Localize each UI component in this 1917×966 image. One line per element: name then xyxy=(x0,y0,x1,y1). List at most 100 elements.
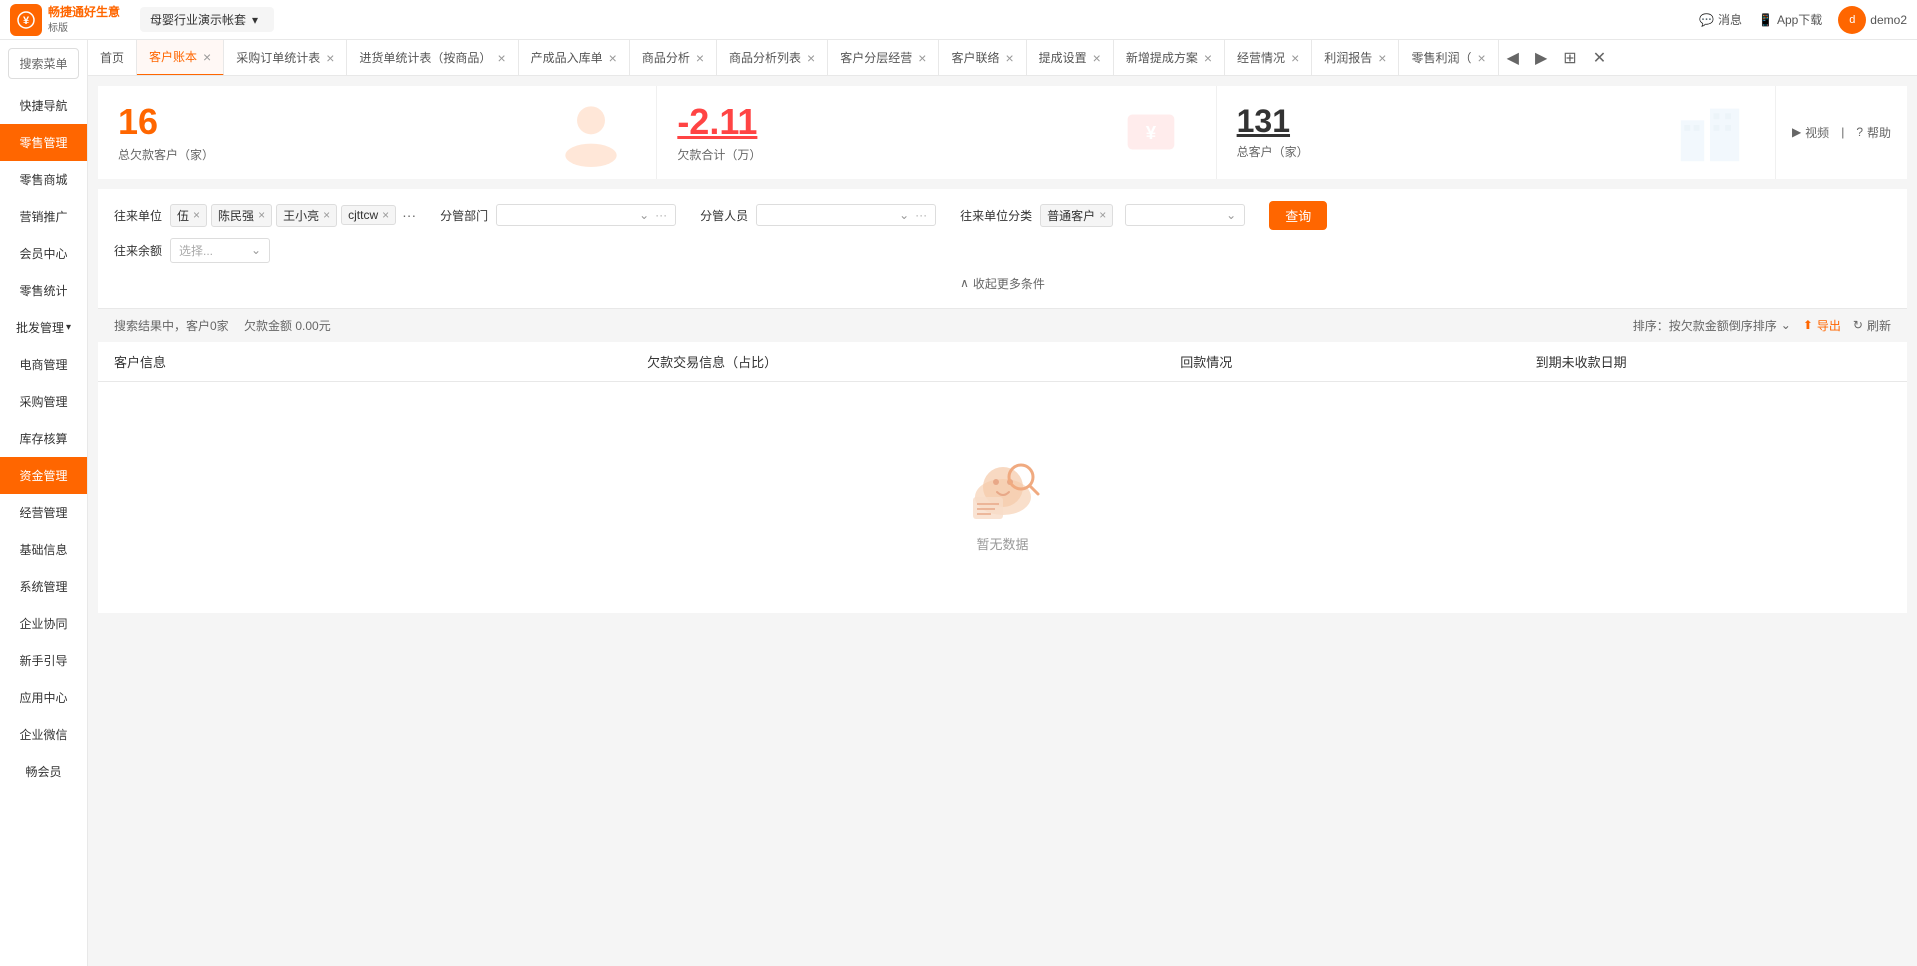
sidebar-item-purchase-mgmt[interactable]: 采购管理 xyxy=(0,383,87,420)
help-btn[interactable]: ? 帮助 xyxy=(1856,124,1891,141)
help-icon: ? xyxy=(1856,125,1863,139)
tab-next-btn[interactable]: ▶ xyxy=(1527,40,1555,76)
balance-select[interactable]: 选择... ⌄ xyxy=(170,238,270,263)
sidebar-item-finance-mgmt[interactable]: 资金管理 xyxy=(0,457,87,494)
stat-number-total: 131 xyxy=(1237,104,1309,139)
sidebar-item-system-mgmt[interactable]: 系统管理 xyxy=(0,568,87,605)
close-tag-cjttcw[interactable]: × xyxy=(382,208,389,222)
results-bar-right: 排序：按欠款金额倒序排序 ⌄ ⬆ 导出 ↻ 刷新 xyxy=(1633,317,1891,334)
content-area: 首页 客户账本 × 采购订单统计表 × 进货单统计表（按商品） × 产成品入库单… xyxy=(88,40,1917,966)
message-action[interactable]: 💬 消息 xyxy=(1699,11,1742,28)
sidebar-item-ecommerce-mgmt[interactable]: 电商管理 xyxy=(0,346,87,383)
stat-content-customers: 16 总欠款客户（家） xyxy=(118,102,214,163)
logo-text: 畅捷通好生意 标版 xyxy=(48,5,120,34)
export-button[interactable]: ⬆ 导出 xyxy=(1803,317,1841,334)
tab-close-purchase-order[interactable]: × xyxy=(326,51,334,65)
sidebar-item-basic-info[interactable]: 基础信息 xyxy=(0,531,87,568)
sidebar-item-member-center[interactable]: 会员中心 xyxy=(0,235,87,272)
sidebar-item-enterprise-wechat[interactable]: 企业微信 xyxy=(0,716,87,753)
app-download-action[interactable]: 📱 App下载 xyxy=(1758,11,1822,28)
org-dropdown-icon: ▾ xyxy=(252,13,258,27)
sidebar-item-wholesale-mgmt[interactable]: 批发管理 ▾ xyxy=(0,309,87,346)
export-icon: ⬆ xyxy=(1803,318,1813,332)
tab-close-new-promotion[interactable]: × xyxy=(1204,51,1212,65)
tab-close-product-stock-in[interactable]: × xyxy=(609,51,617,65)
stat-number-debt[interactable]: -2.11 xyxy=(677,102,761,142)
person-select-arrow: ⌄ xyxy=(899,208,909,222)
tab-close-all-btn[interactable]: ✕ xyxy=(1585,40,1614,76)
query-button[interactable]: 查询 xyxy=(1269,201,1327,230)
category-arrow: ⌄ xyxy=(1226,208,1236,222)
collapse-button[interactable]: ∧ 收起更多条件 xyxy=(114,271,1891,296)
tab-close-customer-account[interactable]: × xyxy=(203,50,211,64)
user-profile[interactable]: d demo2 xyxy=(1838,6,1907,34)
tab-goods-analysis[interactable]: 商品分析 × xyxy=(630,40,717,76)
results-info: 搜索结果中，客户0家 欠款金额 0.00元 xyxy=(114,317,331,334)
tab-close-promotion-settings[interactable]: × xyxy=(1093,51,1101,65)
logo-title: 畅捷通好生意 xyxy=(48,5,120,19)
tab-stock-stats[interactable]: 进货单统计表（按商品） × xyxy=(347,40,518,76)
tab-menu-btn[interactable]: ⊞ xyxy=(1555,40,1584,76)
sidebar-item-enterprise-coop[interactable]: 企业协同 xyxy=(0,605,87,642)
search-menu-button[interactable]: 搜索菜单 xyxy=(8,48,79,79)
tab-close-goods-analysis[interactable]: × xyxy=(696,51,704,65)
col-debt-info: 欠款交易信息（占比） xyxy=(647,352,1180,371)
stat-card-total: 131 总客户（家） xyxy=(1217,86,1776,179)
tab-business-status[interactable]: 经营情况 × xyxy=(1225,40,1312,76)
tab-goods-analysis-list[interactable]: 商品分析列表 × xyxy=(717,40,828,76)
close-tag-chen[interactable]: × xyxy=(258,208,265,222)
tab-close-business-status[interactable]: × xyxy=(1291,51,1299,65)
sidebar-item-member[interactable]: 畅会员 xyxy=(0,753,87,790)
tab-product-stock-in[interactable]: 产成品入库单 × xyxy=(519,40,630,76)
org-selector[interactable]: 母婴行业演示帐套 ▾ xyxy=(140,7,274,32)
sidebar-item-quick-nav[interactable]: 快捷导航 xyxy=(0,87,87,124)
sidebar-item-retail-mall[interactable]: 零售商城 xyxy=(0,161,87,198)
sidebar-item-retail-mgmt[interactable]: 零售管理 xyxy=(0,124,87,161)
tab-close-customer-contact[interactable]: × xyxy=(1005,51,1013,65)
tab-close-retail-profit[interactable]: × xyxy=(1477,51,1485,65)
top-bar: ¥ 畅捷通好生意 标版 母婴行业演示帐套 ▾ 💬 消息 📱 App下载 d xyxy=(0,0,1917,40)
dept-select[interactable]: ⌄ ··· xyxy=(496,204,676,226)
tab-close-profit-report[interactable]: × xyxy=(1378,51,1386,65)
sidebar-item-stock-check[interactable]: 库存核算 xyxy=(0,420,87,457)
sort-select[interactable]: 排序：按欠款金额倒序排序 ⌄ xyxy=(1633,317,1791,334)
person-select[interactable]: ⌄ ··· xyxy=(756,204,936,226)
close-tag-wu[interactable]: × xyxy=(193,208,200,222)
tab-close-stock-stats[interactable]: × xyxy=(497,51,505,65)
sidebar-item-retail-stats[interactable]: 零售统计 xyxy=(0,272,87,309)
tab-customer-segment[interactable]: 客户分层经营 × xyxy=(828,40,939,76)
category-label: 往来单位分类 xyxy=(960,207,1032,224)
tab-home[interactable]: 首页 xyxy=(88,40,137,76)
close-tag-wang[interactable]: × xyxy=(323,208,330,222)
tab-close-customer-segment[interactable]: × xyxy=(918,51,926,65)
filter-tag-cjttcw: cjttcw × xyxy=(341,205,396,225)
sidebar-item-operation-mgmt[interactable]: 经营管理 xyxy=(0,494,87,531)
tab-customer-contact[interactable]: 客户联络 × xyxy=(939,40,1026,76)
close-tag-category[interactable]: × xyxy=(1099,208,1106,222)
sidebar-item-new-guide[interactable]: 新手引导 xyxy=(0,642,87,679)
top-actions: 💬 消息 📱 App下载 d demo2 xyxy=(1699,6,1907,34)
tab-prev-btn[interactable]: ◀ xyxy=(1499,40,1527,76)
tab-promotion-settings[interactable]: 提成设置 × xyxy=(1027,40,1114,76)
balance-arrow: ⌄ xyxy=(251,243,261,257)
sidebar-item-app-center[interactable]: 应用中心 xyxy=(0,679,87,716)
tab-retail-profit[interactable]: 零售利润（ × xyxy=(1399,40,1498,76)
filter-more-tags[interactable]: ··· xyxy=(402,207,416,223)
tab-close-goods-analysis-list[interactable]: × xyxy=(807,51,815,65)
dept-more-icon: ··· xyxy=(655,208,667,222)
chevron-icon: ▾ xyxy=(66,322,71,333)
message-icon: 💬 xyxy=(1699,13,1714,27)
tab-bar: 首页 客户账本 × 采购订单统计表 × 进货单统计表（按商品） × 产成品入库单… xyxy=(88,40,1917,76)
person-label: 分管人员 xyxy=(700,207,748,224)
category-select[interactable]: ⌄ xyxy=(1125,204,1245,226)
tab-customer-account[interactable]: 客户账本 × xyxy=(137,40,224,76)
category-tags: 普通客户 × xyxy=(1040,204,1113,227)
tab-new-promotion[interactable]: 新增提成方案 × xyxy=(1114,40,1225,76)
sort-label: 排序：按欠款金额倒序排序 xyxy=(1633,317,1777,334)
sidebar-item-marketing[interactable]: 营销推广 xyxy=(0,198,87,235)
video-btn[interactable]: ▶ 视频 xyxy=(1792,124,1829,141)
tab-profit-report[interactable]: 利润报告 × xyxy=(1312,40,1399,76)
tab-purchase-order[interactable]: 采购订单统计表 × xyxy=(224,40,347,76)
dept-label: 分管部门 xyxy=(440,207,488,224)
refresh-button[interactable]: ↻ 刷新 xyxy=(1853,317,1891,334)
